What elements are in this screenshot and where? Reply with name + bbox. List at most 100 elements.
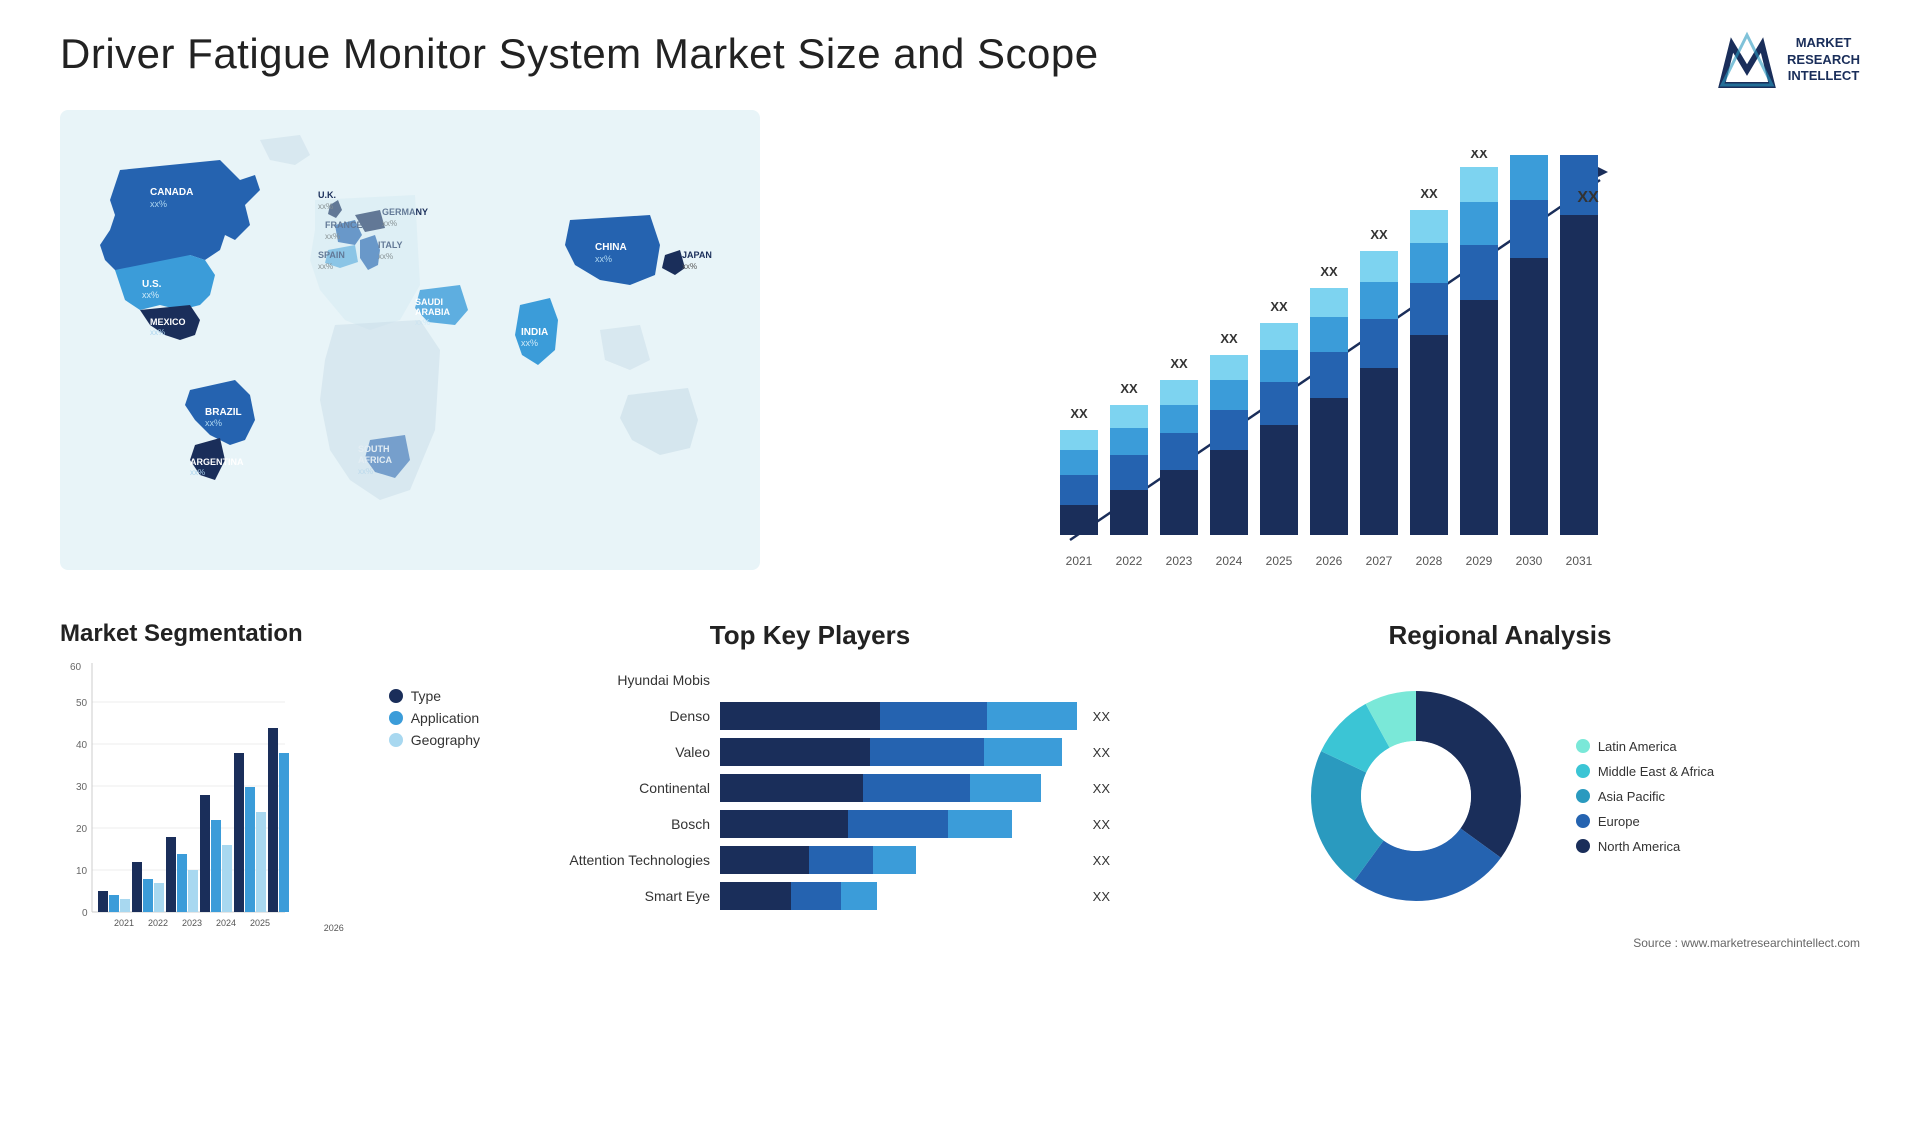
page-title: Driver Fatigue Monitor System Market Siz… [60,30,1099,78]
svg-text:XX: XX [1370,227,1388,242]
player-row-denso: Denso XX [510,702,1110,730]
players-title: Top Key Players [510,620,1110,651]
svg-text:10: 10 [76,866,88,877]
player-name-continental: Continental [510,780,710,796]
player-name-attention: Attention Technologies [510,852,710,868]
regional-container: Regional Analysis [1140,620,1860,1040]
svg-text:2022: 2022 [1116,554,1143,568]
legend-dot-application [389,711,403,725]
logo-icon [1717,30,1777,90]
svg-text:2029: 2029 [1466,554,1493,568]
reg-label-mea: Middle East & Africa [1598,764,1714,779]
logo-container: MARKET RESEARCH INTELLECT [1717,30,1860,90]
map-container: CANADA xx% U.S. xx% MEXICO xx% BRAZIL xx… [60,110,760,590]
svg-text:2022: 2022 [148,918,168,928]
player-xx-smarteye: XX [1093,889,1110,904]
svg-text:2031: 2031 [1566,554,1593,568]
reg-label-europe: Europe [1598,814,1640,829]
player-row-bosch: Bosch XX [510,810,1110,838]
svg-text:50: 50 [76,698,88,709]
player-xx-bosch: XX [1093,817,1110,832]
svg-text:XX: XX [1320,264,1338,279]
bar-chart-container: XX 2021 XX 2022 XX 2023 [800,110,1860,590]
svg-text:XX: XX [1220,331,1238,346]
player-name-bosch: Bosch [510,816,710,832]
legend-dot-type [389,689,403,703]
svg-text:XX: XX [1520,150,1538,153]
svg-text:xx%: xx% [190,468,205,477]
page-wrapper: Driver Fatigue Monitor System Market Siz… [0,0,1920,1146]
svg-text:2027: 2027 [1366,554,1393,568]
svg-text:30: 30 [76,782,88,793]
player-name-smarteye: Smart Eye [510,888,710,904]
svg-text:XX: XX [1420,186,1438,201]
reg-dot-apac [1576,789,1590,803]
svg-text:20: 20 [76,824,88,835]
player-name-denso: Denso [510,708,710,724]
svg-text:2023: 2023 [1166,554,1193,568]
legend-type: Type [389,688,480,704]
svg-text:2024: 2024 [216,918,236,928]
reg-legend-mea: Middle East & Africa [1576,764,1714,779]
growth-bar-chart: XX 2021 XX 2022 XX 2023 [800,150,1860,590]
svg-text:2025: 2025 [1266,554,1293,568]
source-text: Source : www.marketresearchintellect.com [1140,936,1860,950]
regional-legend: Latin America Middle East & Africa Asia … [1576,739,1714,854]
world-map: CANADA xx% U.S. xx% MEXICO xx% BRAZIL xx… [60,110,760,570]
player-row-attention: Attention Technologies XX [510,846,1110,874]
legend-dot-geography [389,733,403,747]
segmentation-legend: Type Application Geography [369,668,480,933]
regional-inner: Latin America Middle East & Africa Asia … [1140,666,1860,926]
svg-text:xx%: xx% [150,328,165,337]
reg-legend-europe: Europe [1576,814,1714,829]
svg-text:0: 0 [82,908,88,919]
reg-legend-na: North America [1576,839,1714,854]
svg-text:xx%: xx% [595,254,612,264]
player-row-valeo: Valeo XX [510,738,1110,766]
svg-text:U.S.: U.S. [142,279,162,290]
logo-text: MARKET RESEARCH INTELLECT [1787,35,1860,86]
svg-text:U.K.: U.K. [318,190,336,200]
svg-text:2023: 2023 [182,918,202,928]
top-section: CANADA xx% U.S. xx% MEXICO xx% BRAZIL xx… [60,110,1860,590]
player-name-valeo: Valeo [510,744,710,760]
svg-text:JAPAN: JAPAN [682,250,712,260]
legend-label-geography: Geography [411,732,480,748]
svg-text:xx%: xx% [521,338,538,348]
reg-dot-mea [1576,764,1590,778]
bottom-section: Market Segmentation 0 10 20 30 40 50 60 [60,620,1860,1040]
players-container: Top Key Players Hyundai Mobis Denso XX [510,620,1110,1040]
svg-text:BRAZIL: BRAZIL [205,407,242,418]
reg-dot-europe [1576,814,1590,828]
svg-text:xx%: xx% [150,199,167,209]
reg-dot-na [1576,839,1590,853]
svg-text:40: 40 [76,740,88,751]
svg-text:INDIA: INDIA [521,327,548,338]
player-xx-continental: XX [1093,781,1110,796]
reg-label-apac: Asia Pacific [1598,789,1665,804]
player-xx-attention: XX [1093,853,1110,868]
svg-text:MEXICO: MEXICO [150,317,186,327]
segmentation-title: Market Segmentation [60,620,480,648]
player-bar-valeo [720,738,1077,766]
legend-label-type: Type [411,688,441,704]
player-bar-smarteye [720,882,1077,910]
svg-text:CANADA: CANADA [150,187,193,198]
svg-text:2021: 2021 [1066,554,1093,568]
regional-donut [1286,666,1546,926]
svg-text:ARGENTINA: ARGENTINA [190,457,244,467]
svg-text:2024: 2024 [1216,554,1243,568]
svg-text:2021: 2021 [114,918,134,928]
svg-text:2030: 2030 [1516,554,1543,568]
reg-label-na: North America [1598,839,1680,854]
legend-application: Application [389,710,480,726]
svg-text:CHINA: CHINA [595,242,627,253]
svg-text:60: 60 [70,662,82,673]
player-bar-bosch [720,810,1077,838]
reg-legend-latin: Latin America [1576,739,1714,754]
players-list: Hyundai Mobis Denso XX Valeo [510,666,1110,910]
regional-title: Regional Analysis [1140,620,1860,651]
svg-text:XX: XX [1577,189,1599,206]
svg-text:2028: 2028 [1416,554,1443,568]
player-bar-continental [720,774,1077,802]
